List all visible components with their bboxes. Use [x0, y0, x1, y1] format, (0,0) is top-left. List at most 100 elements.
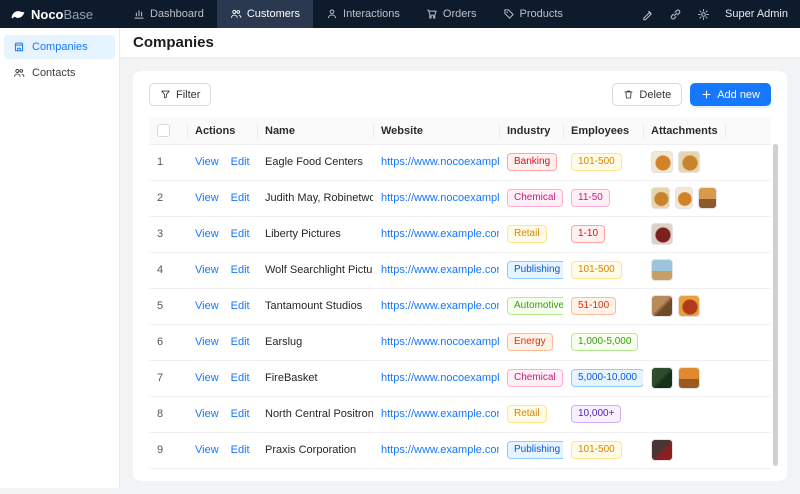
attachment-thumbnail[interactable]	[651, 439, 673, 461]
attachment-thumbnail[interactable]	[651, 151, 673, 173]
extra-cell	[725, 180, 771, 216]
view-link[interactable]: View	[195, 444, 219, 456]
employees-tag: 10,000+	[571, 405, 621, 423]
website-link[interactable]: https://www.nocoexample.com	[381, 336, 499, 348]
company-name: Praxis Corporation	[257, 432, 373, 468]
filter-button[interactable]: Filter	[149, 83, 211, 106]
edit-link[interactable]: Edit	[231, 156, 250, 168]
table-scrollbar[interactable]	[773, 144, 778, 466]
nav-item-interactions[interactable]: Interactions	[313, 0, 413, 28]
row-index: 3	[157, 228, 163, 240]
edit-link[interactable]: Edit	[231, 372, 250, 384]
sidebar: Companies Contacts	[0, 28, 120, 488]
edit-link[interactable]: Edit	[231, 264, 250, 276]
logo-text-base: Base	[64, 7, 94, 22]
attachment-thumbnail[interactable]	[651, 223, 673, 245]
industry-tag: Chemical	[507, 189, 563, 207]
view-link[interactable]: View	[195, 228, 219, 240]
view-link[interactable]: View	[195, 192, 219, 204]
employees-cell: 1,000-5,000	[563, 324, 643, 360]
view-link[interactable]: View	[195, 264, 219, 276]
edit-link[interactable]: Edit	[231, 336, 250, 348]
website-link[interactable]: https://www.nocoexample.com	[381, 156, 499, 168]
attachment-thumbnail[interactable]	[678, 151, 700, 173]
sidebar-item-contacts[interactable]: Contacts	[4, 61, 115, 85]
view-link[interactable]: View	[195, 336, 219, 348]
team-icon	[230, 8, 242, 20]
attachment-thumbnail[interactable]	[678, 295, 700, 317]
actions-cell: View Edit	[187, 288, 257, 324]
highlighter-icon[interactable]	[641, 8, 654, 21]
logo-icon	[10, 8, 26, 21]
select-all-checkbox[interactable]	[157, 124, 170, 137]
website-link[interactable]: https://www.example.com	[381, 300, 499, 312]
header-industry: Industry	[499, 118, 563, 144]
edit-link[interactable]: Edit	[231, 192, 250, 204]
attachment-thumbnail[interactable]	[651, 295, 673, 317]
view-link[interactable]: View	[195, 300, 219, 312]
attachment-thumbnail[interactable]	[698, 187, 717, 209]
website-link[interactable]: https://www.nocoexample.com	[381, 192, 499, 204]
gear-icon[interactable]	[697, 8, 710, 21]
attachment-thumbnail[interactable]	[651, 367, 673, 389]
website-link[interactable]: https://www.nocoexample.com	[381, 372, 499, 384]
view-link[interactable]: View	[195, 408, 219, 420]
industry-cell: Energy	[499, 324, 563, 360]
nav-item-products[interactable]: Products	[490, 0, 576, 28]
employees-tag: 1-10	[571, 225, 605, 243]
website-link[interactable]: https://www.example.com	[381, 228, 499, 240]
table-row: 7ViewEditFireBaskethttps://www.nocoexamp…	[149, 360, 771, 396]
table-row: 5ViewEditTantamount Studioshttps://www.e…	[149, 288, 771, 324]
website-link[interactable]: https://www.example.com	[381, 444, 499, 456]
industry-tag: Retail	[507, 225, 547, 243]
nav-item-orders[interactable]: Orders	[413, 0, 490, 28]
row-index-cell: 3	[149, 216, 187, 252]
extra-cell	[725, 252, 771, 288]
cart-icon	[426, 8, 438, 20]
attachment-thumbnail[interactable]	[678, 367, 700, 389]
header-name: Name	[257, 118, 373, 144]
website-link[interactable]: https://www.example.com	[381, 408, 499, 420]
actions-cell: View Edit	[187, 144, 257, 180]
website-cell: https://www.example.com	[373, 216, 499, 252]
select-all-cell	[149, 118, 187, 144]
industry-tag: Retail	[507, 405, 547, 423]
attachment-thumbnail[interactable]	[675, 187, 694, 209]
nav-item-customers[interactable]: Customers	[217, 0, 313, 28]
employees-cell: 1-10	[563, 216, 643, 252]
row-index: 9	[157, 444, 163, 456]
industry-tag: Energy	[507, 333, 553, 351]
nav-item-label: Interactions	[343, 8, 400, 20]
sidebar-item-companies[interactable]: Companies	[4, 35, 115, 59]
user-icon	[326, 8, 338, 20]
edit-link[interactable]: Edit	[231, 408, 250, 420]
industry-tag: Publishing	[507, 441, 563, 459]
actions-cell: View Edit	[187, 180, 257, 216]
attachment-thumbnail[interactable]	[651, 259, 673, 281]
edit-link[interactable]: Edit	[231, 444, 250, 456]
edit-link[interactable]: Edit	[231, 228, 250, 240]
sidebar-item-label: Contacts	[32, 67, 75, 79]
page-titlebar: Companies	[120, 28, 800, 58]
industry-cell: Banking	[499, 144, 563, 180]
edit-link[interactable]: Edit	[231, 300, 250, 312]
view-link[interactable]: View	[195, 372, 219, 384]
delete-button[interactable]: Delete	[612, 83, 682, 106]
attachments-cell	[643, 324, 725, 360]
view-link[interactable]: View	[195, 156, 219, 168]
table-row: 8ViewEditNorth Central Positronicshttps:…	[149, 396, 771, 432]
website-cell: https://www.example.com	[373, 252, 499, 288]
user-menu[interactable]: Super Admin	[725, 8, 788, 20]
website-cell: https://www.nocoexample.com	[373, 144, 499, 180]
nocobase-logo[interactable]: NocoBase	[0, 7, 120, 22]
add-new-button[interactable]: Add new	[690, 83, 771, 106]
link-icon[interactable]	[669, 8, 682, 21]
toolbar-right: Delete Add new	[612, 83, 771, 106]
nav-item-dashboard[interactable]: Dashboard	[120, 0, 217, 28]
attachment-thumbnail[interactable]	[651, 187, 670, 209]
row-index-cell: 4	[149, 252, 187, 288]
shop-icon	[13, 41, 25, 53]
toolbar: Filter Delete Add new	[149, 83, 771, 106]
website-link[interactable]: https://www.example.com	[381, 264, 499, 276]
attachments-cell	[643, 288, 725, 324]
